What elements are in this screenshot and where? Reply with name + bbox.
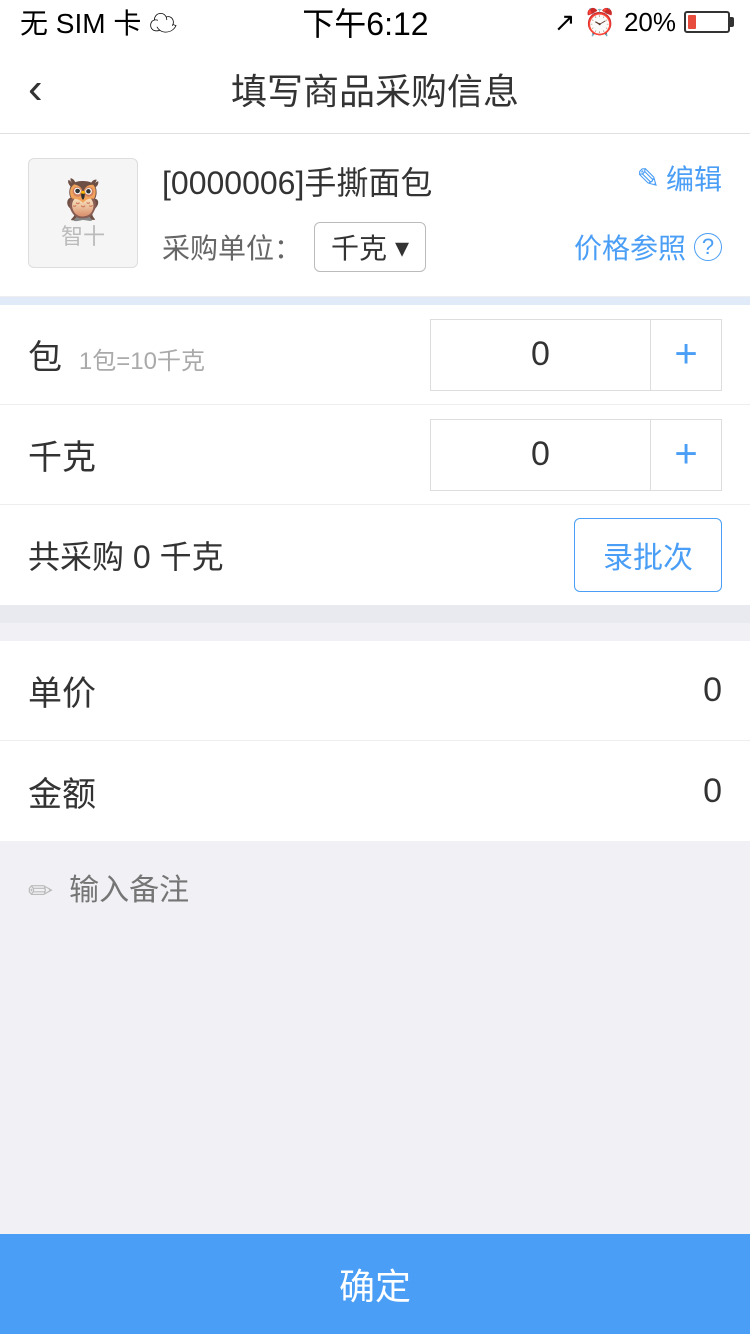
summary-text: 共采购 0 千克 — [28, 532, 224, 578]
note-input[interactable] — [69, 874, 722, 908]
amount-label: 金额 — [28, 767, 96, 816]
batch-button[interactable]: 录批次 — [574, 518, 722, 592]
kg-input-right: 0 + — [430, 419, 722, 491]
sim-status: 无 SIM 卡 ☁ — [20, 2, 177, 42]
unit-value: 千克 — [331, 227, 387, 267]
kg-label: 千克 — [28, 430, 96, 479]
price-ref-button[interactable]: 价格参照 ? — [574, 227, 722, 267]
note-section: ✏ — [0, 841, 750, 941]
section-divider-1 — [0, 605, 750, 623]
kg-quantity-input[interactable]: 0 — [430, 419, 650, 491]
product-card: 🦉 智十 [0000006]手撕面包 ✎ 编辑 采购单位： 千克 — [0, 134, 750, 297]
empty-space — [0, 941, 750, 1221]
status-left: 无 SIM 卡 ☁ — [20, 2, 177, 42]
pencil-icon: ✏ — [28, 874, 53, 909]
product-thumbnail: 🦉 智十 — [28, 158, 138, 268]
price-ref-help-icon: ? — [694, 233, 722, 261]
bag-sub-label: 1包=10千克 — [79, 348, 205, 375]
kg-input-row: 千克 0 + — [0, 405, 750, 505]
unit-price-value: 0 — [703, 671, 722, 710]
location-icon: ↗ — [554, 7, 576, 38]
input-section: 包 1包=10千克 0 + 千克 0 + — [0, 305, 750, 505]
purchase-unit-label: 采购单位： — [162, 227, 302, 267]
nav-bar: ‹ 填写商品采购信息 — [0, 44, 750, 134]
battery-icon — [684, 11, 730, 33]
bag-plus-button[interactable]: + — [650, 319, 722, 391]
confirm-button[interactable]: 确定 — [0, 1234, 750, 1334]
status-bar: 无 SIM 卡 ☁ 下午6:12 ↗ ⏰ 20% — [0, 0, 750, 44]
unit-price-label: 单价 — [28, 666, 96, 715]
unit-select[interactable]: 千克 ▾ — [314, 222, 426, 272]
bag-label: 包 1包=10千克 — [28, 330, 205, 379]
price-section: 单价 0 金额 0 — [0, 641, 750, 841]
summary-row: 共采购 0 千克 录批次 — [0, 505, 750, 605]
unit-price-row: 单价 0 — [0, 641, 750, 741]
chevron-down-icon: ▾ — [395, 231, 409, 264]
battery-percent: 20% — [624, 7, 676, 38]
edit-icon: ✎ — [637, 162, 660, 195]
confirm-label: 确定 — [339, 1258, 411, 1310]
amount-value: 0 — [703, 772, 722, 811]
back-button[interactable]: ‹ — [28, 64, 43, 114]
status-time: 下午6:12 — [302, 0, 428, 45]
status-right: ↗ ⏰ 20% — [554, 7, 730, 38]
page-title: 填写商品采购信息 — [231, 63, 519, 115]
price-ref-label: 价格参照 — [574, 227, 686, 267]
bag-input-row: 包 1包=10千克 0 + — [0, 305, 750, 405]
alarm-icon: ⏰ — [584, 7, 616, 38]
product-logo: 🦉 智十 — [58, 176, 108, 250]
kg-plus-button[interactable]: + — [650, 419, 722, 491]
amount-row: 金额 0 — [0, 741, 750, 841]
bag-quantity-input[interactable]: 0 — [430, 319, 650, 391]
product-section-divider — [0, 297, 750, 305]
product-info: [0000006]手撕面包 ✎ 编辑 采购单位： 千克 ▾ 价格参照 ? — [162, 158, 722, 272]
bag-input-right: 0 + — [430, 319, 722, 391]
purchase-unit: 采购单位： 千克 ▾ — [162, 222, 426, 272]
product-name: [0000006]手撕面包 — [162, 158, 432, 204]
edit-button[interactable]: ✎ 编辑 — [637, 158, 722, 198]
